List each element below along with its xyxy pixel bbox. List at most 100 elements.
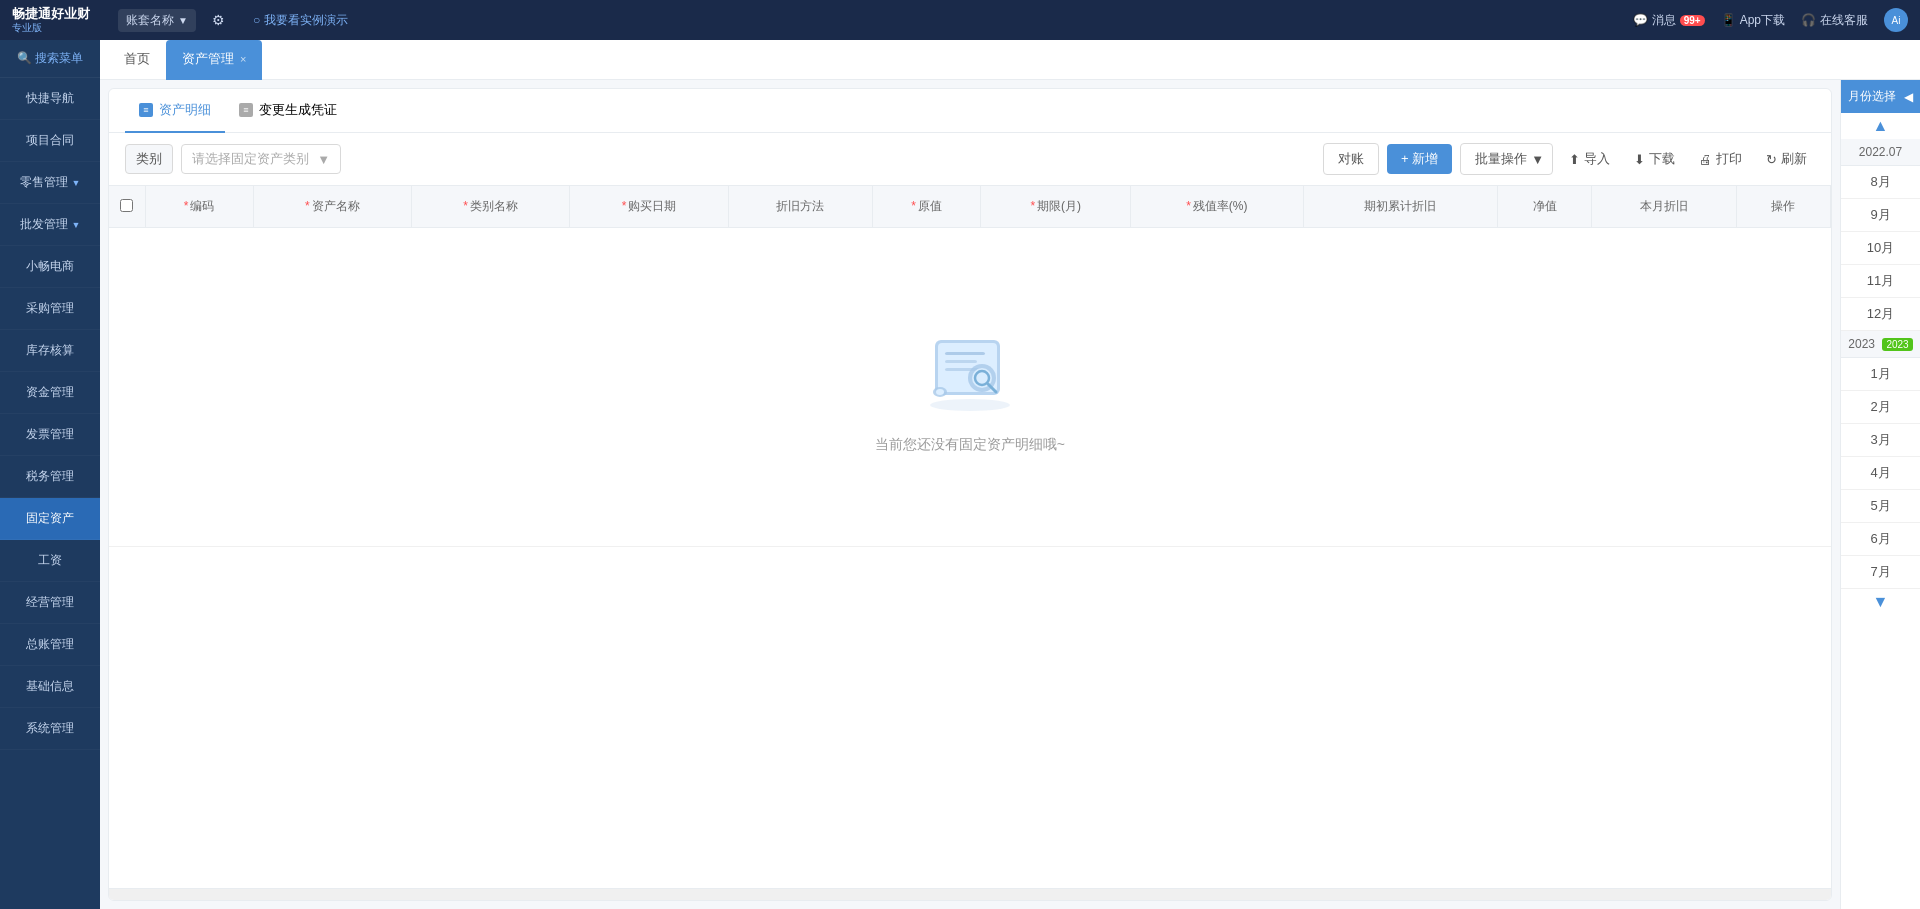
month-item-jan[interactable]: 1月 <box>1841 358 1920 391</box>
sidebar-item-label: 批发管理 <box>20 216 68 233</box>
search-icon: 🔍 <box>17 51 32 65</box>
month-item-12[interactable]: 12月 <box>1841 298 1920 331</box>
main-layout: 🔍 搜索菜单 快捷导航 项目合同 零售管理 ▼ 批发管理 ▼ 小畅电商 采购管理 <box>0 40 1920 909</box>
demo-icon: ○ <box>253 13 260 27</box>
sidebar-item-project[interactable]: 项目合同 <box>0 120 100 162</box>
refresh-button[interactable]: ↻ 刷新 <box>1758 146 1815 172</box>
sidebar-item-label: 基础信息 <box>26 678 74 695</box>
sub-tab-bar: ≡ 资产明细 ≡ 变更生成凭证 <box>109 89 1831 133</box>
app-download-button[interactable]: 📱 App下载 <box>1721 12 1785 29</box>
month-panel-header: 月份选择 ◀ <box>1841 80 1920 113</box>
select-all-checkbox[interactable] <box>120 199 133 212</box>
th-original-value: *原值 <box>873 186 981 228</box>
user-avatar[interactable]: Ai <box>1884 8 1908 32</box>
sidebar-item-invoice[interactable]: 发票管理 <box>0 414 100 456</box>
table-header-row: *编码 *资产名称 *类别名称 *购买日期 折旧方法 *原值 *期限(月) *残… <box>109 186 1831 228</box>
refresh-label: 刷新 <box>1781 150 1807 168</box>
print-button[interactable]: 🖨 打印 <box>1691 146 1750 172</box>
month-item-may[interactable]: 5月 <box>1841 490 1920 523</box>
demo-link-text: 我要看实例演示 <box>264 12 348 29</box>
th-checkbox <box>109 186 145 228</box>
sidebar-item-label: 资金管理 <box>26 384 74 401</box>
sidebar-item-salary[interactable]: 工资 <box>0 540 100 582</box>
refresh-icon: ↻ <box>1766 152 1777 167</box>
account-selector[interactable]: 账套名称 ▼ <box>118 9 196 32</box>
tab-asset-management[interactable]: 资产管理 × <box>166 40 262 80</box>
month-item-8[interactable]: 8月 <box>1841 166 1920 199</box>
online-service-label: 在线客服 <box>1820 12 1868 29</box>
sidebar-item-tax[interactable]: 税务管理 <box>0 456 100 498</box>
th-monthly-dep: 本月折旧 <box>1592 186 1736 228</box>
asset-detail-icon: ≡ <box>139 103 153 117</box>
month-item-apr[interactable]: 4月 <box>1841 457 1920 490</box>
chevron-down-icon: ▼ <box>178 15 188 26</box>
month-item-11[interactable]: 11月 <box>1841 265 1920 298</box>
sidebar-item-retail[interactable]: 零售管理 ▼ <box>0 162 100 204</box>
demo-link[interactable]: ○ 我要看实例演示 <box>253 12 348 29</box>
month-item-mar[interactable]: 3月 <box>1841 424 1920 457</box>
sidebar-item-label: 库存核算 <box>26 342 74 359</box>
main-content-wrapper: ≡ 资产明细 ≡ 变更生成凭证 类别 请选择固定资产类 <box>108 88 1832 901</box>
select-chevron-icon: ▼ <box>317 152 330 167</box>
sidebar-item-assets[interactable]: 固定资产 <box>0 498 100 540</box>
sidebar-search[interactable]: 🔍 搜索菜单 <box>0 40 100 78</box>
month-panel-title: 月份选择 <box>1848 88 1896 105</box>
import-label: 导入 <box>1584 150 1610 168</box>
sidebar-item-basic[interactable]: 基础信息 <box>0 666 100 708</box>
month-item-9[interactable]: 9月 <box>1841 199 1920 232</box>
sidebar-item-inventory[interactable]: 库存核算 <box>0 330 100 372</box>
category-filter-label: 类别 <box>125 144 173 174</box>
asset-table-container: *编码 *资产名称 *类别名称 *购买日期 折旧方法 *原值 *期限(月) *残… <box>109 186 1831 888</box>
sidebar-item-wholesale[interactable]: 批发管理 ▼ <box>0 204 100 246</box>
month-item-jul[interactable]: 7月 <box>1841 556 1920 589</box>
sidebar-item-purchase[interactable]: 采购管理 <box>0 288 100 330</box>
month-panel-year-2022: 2022.07 <box>1841 139 1920 166</box>
message-button[interactable]: 💬 消息 99+ <box>1633 12 1705 29</box>
asset-table: *编码 *资产名称 *类别名称 *购买日期 折旧方法 *原值 *期限(月) *残… <box>109 186 1831 547</box>
month-item-10[interactable]: 10月 <box>1841 232 1920 265</box>
sub-tab-voucher-label: 变更生成凭证 <box>259 101 337 119</box>
sidebar-item-finance[interactable]: 资金管理 <box>0 372 100 414</box>
reconcile-button[interactable]: 对账 <box>1323 143 1379 175</box>
settings-icon[interactable]: ⚙ <box>212 12 225 28</box>
app-brand: 畅捷通好业财 专业版 <box>12 6 90 34</box>
month-nav-down[interactable]: ▼ <box>1841 589 1920 615</box>
download-button[interactable]: ⬇ 下载 <box>1626 146 1683 172</box>
app-download-label: App下载 <box>1740 12 1785 29</box>
download-label: 下载 <box>1649 150 1675 168</box>
sub-tab-asset-detail-label: 资产明细 <box>159 101 211 119</box>
online-service-button[interactable]: 🎧 在线客服 <box>1801 12 1868 29</box>
sidebar-item-system[interactable]: 系统管理 <box>0 708 100 750</box>
month-item-jun[interactable]: 6月 <box>1841 523 1920 556</box>
sidebar: 🔍 搜索菜单 快捷导航 项目合同 零售管理 ▼ 批发管理 ▼ 小畅电商 采购管理 <box>0 40 100 909</box>
import-button[interactable]: ⬆ 导入 <box>1561 146 1618 172</box>
sidebar-item-ecommerce[interactable]: 小畅电商 <box>0 246 100 288</box>
top-bar-left: 畅捷通好业财 专业版 账套名称 ▼ ⚙ ○ 我要看实例演示 <box>12 6 1633 34</box>
table-empty-row: 当前您还没有固定资产明细哦~ <box>109 228 1831 547</box>
panel-expand-icon[interactable]: ◀ <box>1904 90 1913 104</box>
sidebar-item-label: 项目合同 <box>26 132 74 149</box>
top-bar: 畅捷通好业财 专业版 账套名称 ▼ ⚙ ○ 我要看实例演示 💬 消息 99+ 📱… <box>0 0 1920 40</box>
tab-home[interactable]: 首页 <box>108 40 166 80</box>
sub-tab-voucher[interactable]: ≡ 变更生成凭证 <box>225 89 351 133</box>
category-filter: 类别 请选择固定资产类别 ▼ <box>125 144 341 174</box>
th-term: *期限(月) <box>981 186 1131 228</box>
empty-state: 当前您还没有固定资产明细哦~ <box>119 240 1821 534</box>
batch-operations-button[interactable]: 批量操作 ▼ <box>1460 143 1553 175</box>
month-item-feb[interactable]: 2月 <box>1841 391 1920 424</box>
sidebar-item-ledger[interactable]: 总账管理 <box>0 624 100 666</box>
add-button[interactable]: + 新增 <box>1387 144 1452 174</box>
th-purchase-date: *购买日期 <box>570 186 728 228</box>
import-icon: ⬆ <box>1569 152 1580 167</box>
svg-point-0 <box>930 399 1010 411</box>
message-badge: 99+ <box>1680 15 1705 26</box>
sidebar-item-management[interactable]: 经营管理 <box>0 582 100 624</box>
month-nav-up[interactable]: ▲ <box>1841 113 1920 139</box>
toolbar-right: 对账 + 新增 批量操作 ▼ ⬆ 导入 ⬇ <box>1323 143 1815 175</box>
category-select[interactable]: 请选择固定资产类别 ▼ <box>181 144 341 174</box>
horizontal-scrollbar[interactable] <box>109 888 1831 900</box>
sidebar-item-label: 系统管理 <box>26 720 74 737</box>
tab-close-icon[interactable]: × <box>240 53 246 65</box>
sidebar-item-quick-nav[interactable]: 快捷导航 <box>0 78 100 120</box>
sub-tab-asset-detail[interactable]: ≡ 资产明细 <box>125 89 225 133</box>
